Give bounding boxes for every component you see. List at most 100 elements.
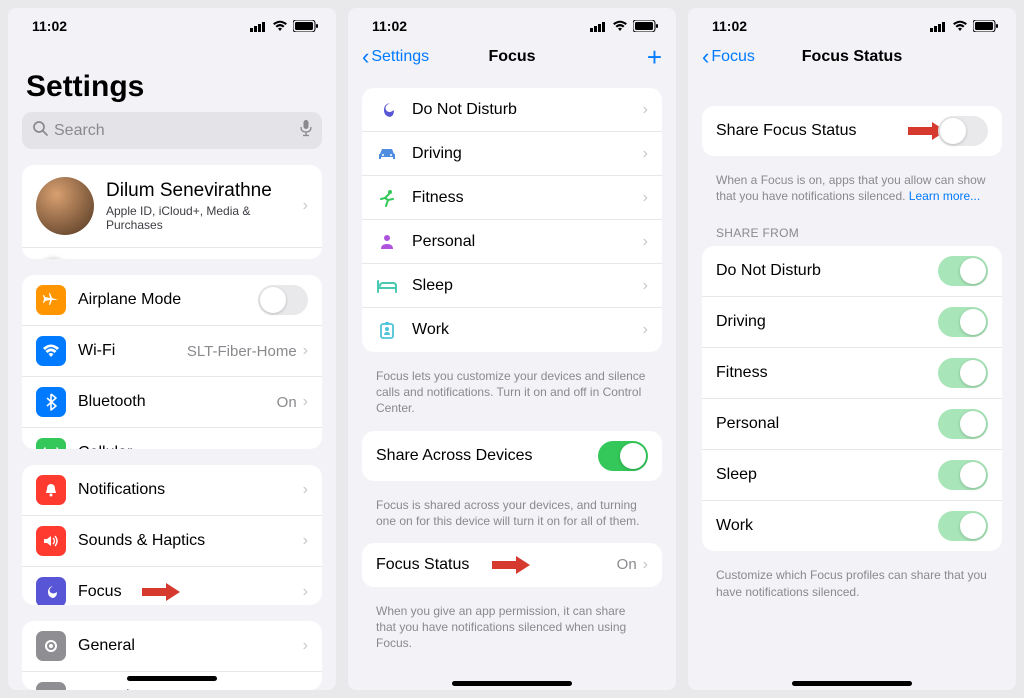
chevron-right-icon: › xyxy=(303,583,308,601)
sharefrom-work-row[interactable]: Work xyxy=(702,501,1002,551)
sharefrom-personal-toggle[interactable] xyxy=(938,409,988,439)
chevron-left-icon: ‹ xyxy=(362,44,369,70)
row-detail: On xyxy=(277,394,297,411)
add-button[interactable]: + xyxy=(647,44,662,70)
row-label: Control Center xyxy=(78,688,303,690)
row-label: Cellular xyxy=(78,444,303,449)
status-time: 11:02 xyxy=(712,18,747,34)
connectivity-group: Airplane Mode Wi-Fi SLT-Fiber-Home › Blu… xyxy=(22,275,322,449)
home-indicator xyxy=(792,681,912,686)
sharefrom-fitness-row[interactable]: Fitness xyxy=(702,348,1002,399)
status-time: 11:02 xyxy=(32,18,67,34)
sharefrom-sleep-row[interactable]: Sleep xyxy=(702,450,1002,501)
notifications-group: Notifications › Sounds & Haptics › Focus… xyxy=(22,465,322,604)
chevron-right-icon: › xyxy=(643,556,648,574)
focus-row[interactable]: Focus › xyxy=(22,567,322,604)
status-icons xyxy=(590,20,658,32)
profile-sub: Apple ID, iCloud+, Media & Purchases xyxy=(106,204,303,232)
row-label: Notifications xyxy=(78,481,303,499)
badge-icon xyxy=(376,321,398,339)
dnd-row[interactable]: Do Not Disturb › xyxy=(362,88,662,132)
wifi-icon xyxy=(952,20,968,32)
fitness-row[interactable]: Fitness › xyxy=(362,176,662,220)
person-icon xyxy=(376,234,398,250)
modes-footnote: Focus lets you customize your devices an… xyxy=(348,368,676,431)
row-label: Sleep xyxy=(412,277,643,295)
cellular-signal-icon xyxy=(930,21,947,32)
running-icon xyxy=(376,189,398,207)
sharefrom-dnd-row[interactable]: Do Not Disturb xyxy=(702,246,1002,297)
chevron-right-icon: › xyxy=(303,444,308,449)
airplane-toggle[interactable] xyxy=(258,285,308,315)
sharefrom-personal-row[interactable]: Personal xyxy=(702,399,1002,450)
battery-icon xyxy=(293,20,318,32)
wifi-icon xyxy=(272,20,288,32)
general-row[interactable]: General › xyxy=(22,621,322,672)
learn-more-link[interactable]: Learn more... xyxy=(909,189,980,203)
focus-screen: 11:02 ‹ Settings Focus + Do Not Disturb … xyxy=(348,8,676,690)
focus-status-screen: 11:02 ‹ Focus Focus Status Share Focus S… xyxy=(688,8,1016,690)
work-row[interactable]: Work › xyxy=(362,308,662,352)
page-title: Settings xyxy=(8,40,336,112)
profile-group: Dilum Senevirathne Apple ID, iCloud+, Me… xyxy=(22,165,322,259)
row-label: Share Across Devices xyxy=(376,447,598,465)
row-label: Driving xyxy=(412,145,643,163)
chevron-right-icon: › xyxy=(303,481,308,499)
notifications-row[interactable]: Notifications › xyxy=(22,465,322,516)
wifi-icon xyxy=(612,20,628,32)
avatar xyxy=(36,177,94,235)
chevron-right-icon: › xyxy=(303,197,308,215)
back-button[interactable]: ‹ Focus xyxy=(702,44,755,70)
chevron-right-icon: › xyxy=(643,233,648,251)
bluetooth-row[interactable]: Bluetooth On › xyxy=(22,377,322,428)
share-focus-status-row[interactable]: Share Focus Status xyxy=(702,106,1002,156)
focus-status-row[interactable]: Focus Status On › xyxy=(362,543,662,587)
back-button[interactable]: ‹ Settings xyxy=(362,44,429,70)
share-devices-footnote: Focus is shared across your devices, and… xyxy=(348,497,676,543)
row-label: Do Not Disturb xyxy=(412,101,643,119)
wifi-icon xyxy=(36,336,66,366)
row-label: Driving xyxy=(716,313,938,331)
driving-row[interactable]: Driving › xyxy=(362,132,662,176)
profile-name: Dilum Senevirathne xyxy=(106,180,303,202)
share-from-header: Share From xyxy=(688,218,1016,246)
chevron-right-icon: › xyxy=(643,189,648,207)
sharefrom-work-toggle[interactable] xyxy=(938,511,988,541)
cellular-row[interactable]: Cellular › xyxy=(22,428,322,449)
sharefrom-driving-row[interactable]: Driving xyxy=(702,297,1002,348)
mic-icon[interactable] xyxy=(300,119,312,142)
search-input[interactable]: Search xyxy=(22,112,322,149)
family-row[interactable]: Family › xyxy=(22,248,322,259)
cellular-signal-icon xyxy=(590,21,607,32)
apple-id-row[interactable]: Dilum Senevirathne Apple ID, iCloud+, Me… xyxy=(22,165,322,248)
share-devices-toggle[interactable] xyxy=(598,441,648,471)
airplane-mode-row[interactable]: Airplane Mode xyxy=(22,275,322,326)
status-time: 11:02 xyxy=(372,18,407,34)
row-label: Focus Status xyxy=(376,556,617,574)
row-label: Share Focus Status xyxy=(716,122,938,140)
sharefrom-driving-toggle[interactable] xyxy=(938,307,988,337)
personal-row[interactable]: Personal › xyxy=(362,220,662,264)
search-placeholder: Search xyxy=(54,122,300,140)
chevron-right-icon: › xyxy=(643,145,648,163)
share-status-toggle[interactable] xyxy=(938,116,988,146)
back-label: Settings xyxy=(371,48,429,66)
sharefrom-sleep-toggle[interactable] xyxy=(938,460,988,490)
moon-icon xyxy=(36,577,66,604)
sharefrom-fitness-toggle[interactable] xyxy=(938,358,988,388)
share-devices-row[interactable]: Share Across Devices xyxy=(362,431,662,481)
row-label: Sounds & Haptics xyxy=(78,532,303,550)
row-label: Focus xyxy=(78,583,303,601)
chevron-right-icon: › xyxy=(643,277,648,295)
sounds-row[interactable]: Sounds & Haptics › xyxy=(22,516,322,567)
row-label: Sleep xyxy=(716,466,938,484)
row-label: Work xyxy=(412,321,643,339)
sleep-row[interactable]: Sleep › xyxy=(362,264,662,308)
sliders-icon xyxy=(36,682,66,690)
back-label: Focus xyxy=(711,48,755,66)
row-label: General xyxy=(78,637,303,655)
chevron-right-icon: › xyxy=(643,101,648,119)
sharefrom-dnd-toggle[interactable] xyxy=(938,256,988,286)
wifi-row[interactable]: Wi-Fi SLT-Fiber-Home › xyxy=(22,326,322,377)
bottom-footnote: Customize which Focus profiles can share… xyxy=(688,567,1016,613)
